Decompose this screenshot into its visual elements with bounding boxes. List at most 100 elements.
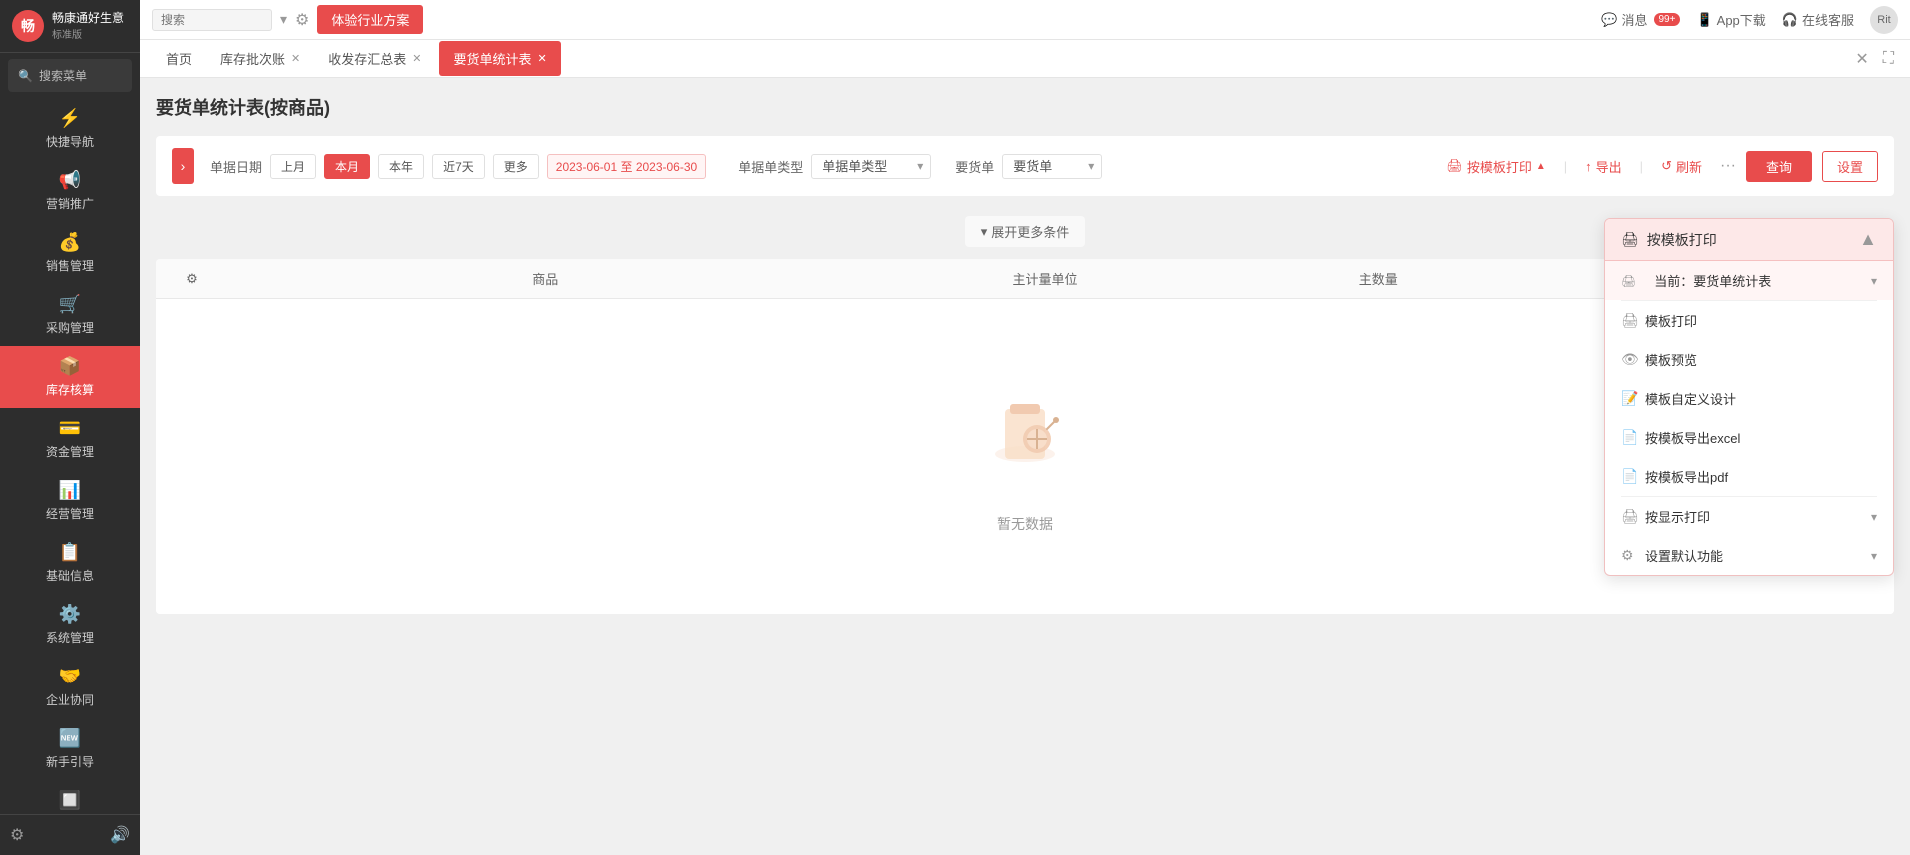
- filter-expand-arrow[interactable]: ›: [172, 148, 194, 184]
- sidebar-item-cooperation[interactable]: 🤝 企业协同: [0, 656, 140, 718]
- export-pdf-item[interactable]: 📄 按模板导出pdf: [1605, 457, 1893, 496]
- date-filter-section: 单据日期 上月 本月 本年 近7天 更多 2023-06-01 至 2023-0…: [210, 154, 706, 179]
- sidebar-item-purchase[interactable]: 🛒 采购管理: [0, 284, 140, 346]
- user-avatar[interactable]: Rit: [1870, 6, 1898, 34]
- tab-order-summary[interactable]: 要货单统计表 ✕: [439, 41, 560, 76]
- service-icon: 🎧: [1782, 12, 1798, 28]
- col-settings-icon: ⚙: [186, 271, 198, 286]
- sidebar-item-basic[interactable]: 📋 基础信息: [0, 532, 140, 594]
- print-dropdown-header: 🖨 按模板打印 ▲: [1605, 219, 1893, 261]
- message-icon: 💬: [1601, 12, 1617, 28]
- refresh-label: 刷新: [1676, 157, 1702, 176]
- export-button[interactable]: ↑ 导出: [1577, 153, 1630, 180]
- tab-collection-close[interactable]: ✕: [412, 52, 421, 65]
- col-product: 商品: [212, 269, 878, 288]
- type-select[interactable]: 单据单类型: [811, 154, 931, 179]
- sidebar-item-system[interactable]: ⚙️ 系统管理: [0, 594, 140, 656]
- cooperation-icon: 🤝: [59, 666, 81, 687]
- tab-home[interactable]: 首页: [152, 41, 206, 76]
- logo-subtitle: 标准版: [52, 26, 124, 41]
- sidebar: 畅 畅康通好生意 标准版 🔍 搜索菜单 ⚡ 快捷导航 📢 营销推广 💰 销售管理…: [0, 0, 140, 855]
- col-unit: 主计量单位: [878, 269, 1211, 288]
- topbar-dropdown-icon[interactable]: ▾: [280, 11, 287, 28]
- topbar: ▾ ⚙ 体验行业方案 💬 消息 99+ 📱 App下载 🎧 在线客服 Rit: [140, 0, 1910, 40]
- export-pdf-icon: 📄: [1621, 468, 1638, 485]
- template-print-item[interactable]: 🖨 模板打印: [1605, 301, 1893, 340]
- type-filter-label: 单据单类型: [738, 157, 803, 176]
- sidebar-logo: 畅 畅康通好生意 标准版: [0, 0, 140, 53]
- refresh-button[interactable]: ↺ 刷新: [1653, 153, 1710, 180]
- export-label: 导出: [1596, 157, 1622, 176]
- current-template-arrow: ▾: [1871, 274, 1877, 288]
- settings-bottom-icon[interactable]: ⚙: [10, 825, 24, 845]
- date-btn-more[interactable]: 更多: [493, 154, 539, 179]
- basic-icon: 📋: [59, 542, 81, 563]
- app-download-item[interactable]: 📱 App下载: [1696, 10, 1765, 29]
- sidebar-item-inventory[interactable]: 📦 库存核算: [0, 346, 140, 408]
- current-template-item[interactable]: 🖨 当前：要货单统计表 ▾: [1605, 261, 1893, 300]
- sales-icon: 💰: [59, 232, 81, 253]
- tab-batch-label: 库存批次账: [220, 49, 285, 68]
- sidebar-item-guide[interactable]: 🆕 新手引导: [0, 718, 140, 780]
- tab-batch-close[interactable]: ✕: [291, 52, 300, 65]
- print-dropdown-close-icon[interactable]: ▲: [1859, 229, 1877, 250]
- sidebar-item-sales[interactable]: 💰 销售管理: [0, 222, 140, 284]
- online-service-item[interactable]: 🎧 在线客服: [1782, 10, 1854, 29]
- export-icon: ↑: [1585, 159, 1592, 174]
- app-icon: 📱: [1696, 12, 1712, 28]
- expand-more-button[interactable]: ▾ 展开更多条件: [965, 216, 1086, 247]
- date-btn-7days[interactable]: 近7天: [432, 154, 485, 179]
- tab-batch-account[interactable]: 库存批次账 ✕: [206, 41, 314, 76]
- industry-solution-button[interactable]: 体验行业方案: [317, 5, 423, 34]
- tab-order-close[interactable]: ✕: [538, 52, 547, 65]
- topbar-right: 💬 消息 99+ 📱 App下载 🎧 在线客服 Rit: [1601, 6, 1898, 34]
- tab-collection-summary[interactable]: 收发存汇总表 ✕: [314, 41, 435, 76]
- type-select-wrapper: 单据单类型 ▾: [811, 154, 931, 179]
- sidebar-item-quick-nav[interactable]: ⚡ 快捷导航: [0, 98, 140, 160]
- set-default-item[interactable]: ⚙ 设置默认功能 ▾: [1605, 536, 1893, 575]
- expand-tab-button[interactable]: ⛶: [1879, 45, 1898, 73]
- volume-bottom-icon[interactable]: 🔊: [110, 825, 130, 845]
- search-menu-item[interactable]: 🔍 搜索菜单: [8, 59, 132, 92]
- finance-label: 资金管理: [46, 443, 94, 460]
- system-label: 系统管理: [46, 629, 94, 646]
- print-template-button[interactable]: 🖨 按模板打印 ▲: [1438, 153, 1553, 180]
- close-tab-button[interactable]: ✕: [1851, 45, 1872, 73]
- more-options-icon[interactable]: ···: [1720, 157, 1736, 175]
- message-item[interactable]: 💬 消息 99+: [1601, 10, 1680, 29]
- goods-select-wrapper: 要货单 ▾: [1002, 154, 1102, 179]
- export-excel-item[interactable]: 📄 按模板导出excel: [1605, 418, 1893, 457]
- sidebar-bottom: ⚙ 🔊: [0, 814, 140, 855]
- display-print-item[interactable]: 🖨 按显示打印 ▾: [1605, 497, 1893, 536]
- current-template-label: 当前：要货单统计表: [1654, 271, 1771, 290]
- goods-select[interactable]: 要货单: [1002, 154, 1102, 179]
- date-btn-this-month[interactable]: 本月: [324, 154, 370, 179]
- operations-icon: 📊: [59, 480, 81, 501]
- print-dropdown-title: 🖨 按模板打印: [1621, 230, 1717, 250]
- query-button[interactable]: 查询: [1746, 151, 1812, 182]
- expand-down-icon: ▾: [981, 224, 988, 240]
- sidebar-item-operations[interactable]: 📊 经营管理: [0, 470, 140, 532]
- topbar-search-input[interactable]: [152, 9, 272, 31]
- template-design-item[interactable]: 📝 模板自定义设计: [1605, 379, 1893, 418]
- empty-text: 暂无数据: [997, 514, 1053, 534]
- print-icon: 🖨: [1446, 158, 1463, 174]
- message-badge: 99+: [1654, 13, 1681, 26]
- template-preview-item[interactable]: 👁 模板预览: [1605, 340, 1893, 379]
- sidebar-item-marketing[interactable]: 📢 营销推广: [0, 160, 140, 222]
- logo-icon: 畅: [12, 10, 44, 42]
- sidebar-item-finance[interactable]: 💳 资金管理: [0, 408, 140, 470]
- date-range-display: 2023-06-01 至 2023-06-30: [547, 154, 706, 179]
- sidebar-item-app-center[interactable]: 🔲 应用中心: [0, 780, 140, 814]
- topbar-gear-icon[interactable]: ⚙: [295, 10, 309, 30]
- template-print-icon: 🖨: [1621, 312, 1639, 329]
- online-service-label: 在线客服: [1802, 10, 1854, 29]
- marketing-label: 营销推广: [46, 195, 94, 212]
- goods-filter-label: 要货单: [955, 157, 994, 176]
- settings-button[interactable]: 设置: [1822, 151, 1878, 182]
- date-btn-this-year[interactable]: 本年: [378, 154, 424, 179]
- date-btn-last-month[interactable]: 上月: [270, 154, 316, 179]
- empty-icon: [975, 379, 1075, 498]
- col-settings[interactable]: ⚙: [172, 271, 212, 287]
- export-excel-icon: 📄: [1621, 429, 1638, 446]
